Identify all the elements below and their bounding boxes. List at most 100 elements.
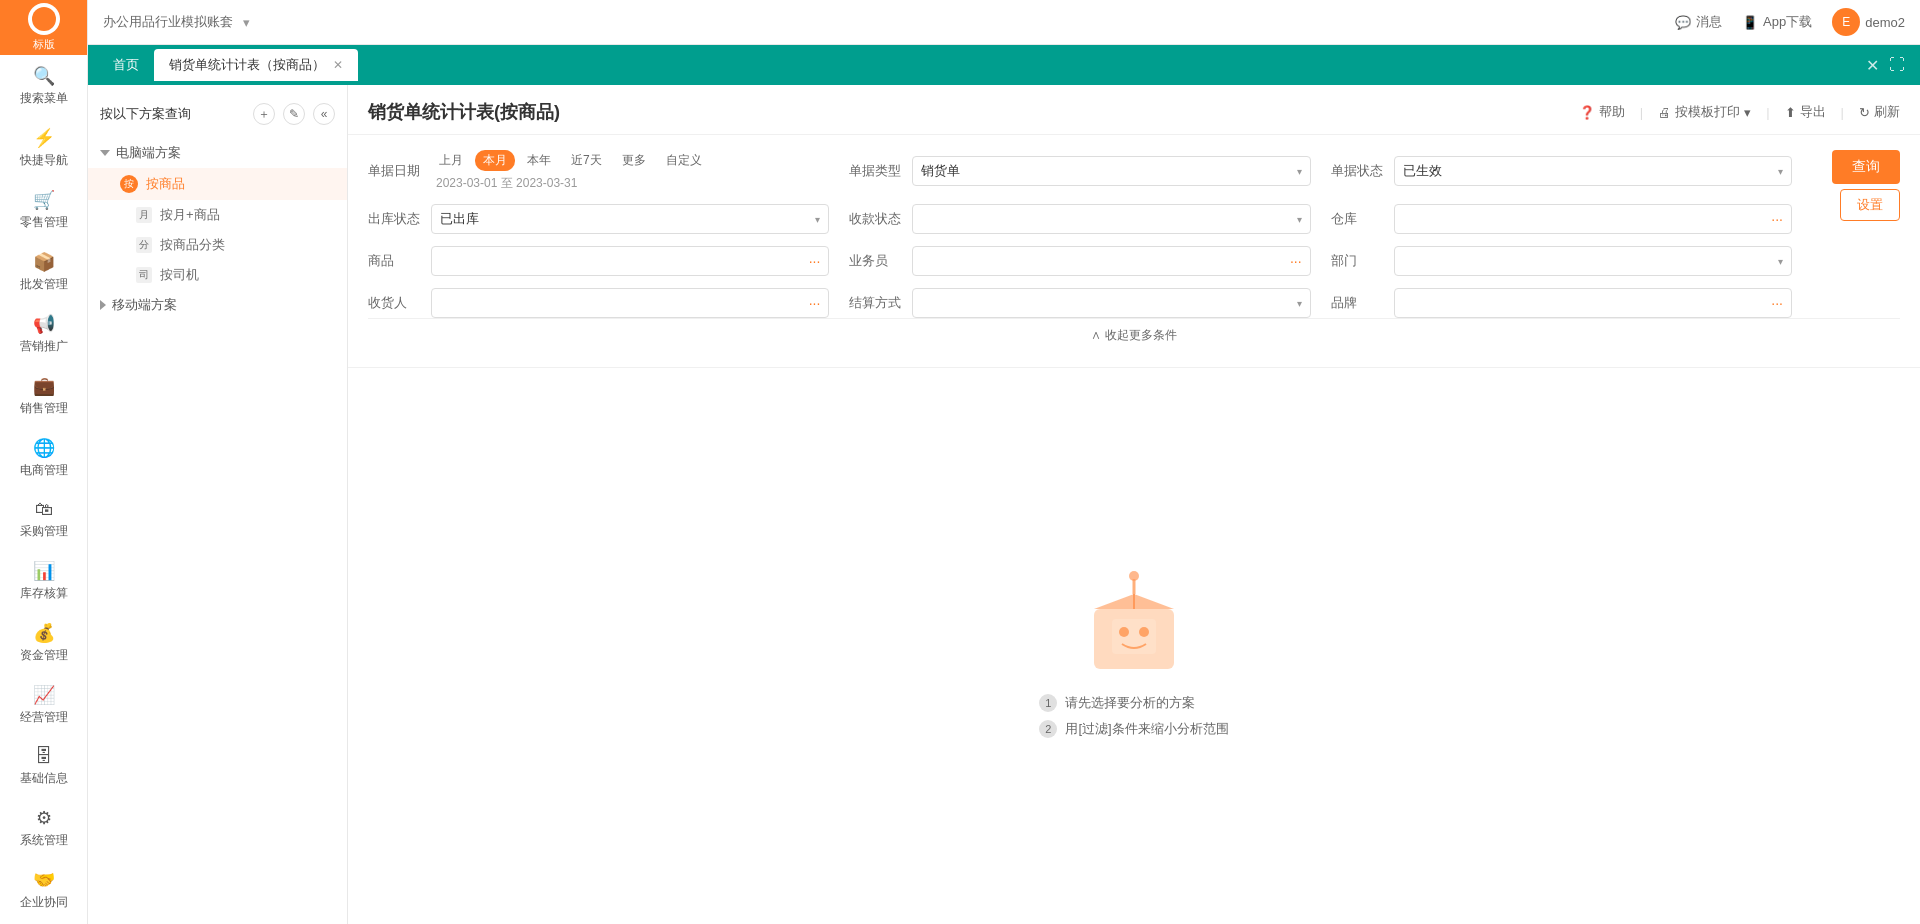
pc-scheme-group: 电脑端方案 按 按商品 月 按月+商品 分 按商品分类 司 按司机 [88,138,347,290]
doc-type-select[interactable]: 销货单 ▾ [912,156,1310,186]
date-btn-custom[interactable]: 自定义 [658,150,710,171]
svg-point-2 [1119,627,1129,637]
scheme-item-by-cashier[interactable]: 司 按司机 [88,260,347,290]
scheme-by-category-label: 按商品分类 [160,236,225,254]
sidebar-nav: 🔍 搜索菜单 ⚡ 快捷导航 🛒 零售管理 📦 批发管理 📢 营销推广 💼 销售管… [0,55,87,924]
add-scheme-btn[interactable]: ＋ [253,103,275,125]
department-select[interactable]: ▾ [1394,246,1792,276]
logo[interactable]: 标版 [0,0,88,55]
divider-2: | [1766,105,1769,120]
salesperson-input[interactable]: ··· [912,246,1310,276]
warehouse-input[interactable]: ··· [1394,204,1792,234]
settings-button[interactable]: 设置 [1840,189,1900,221]
doc-status-select[interactable]: 已生效 ▾ [1394,156,1792,186]
logo-subtitle: 标版 [33,37,55,52]
sidebar-ecommerce-label: 电商管理 [20,462,68,479]
scheme-item-by-category[interactable]: 分 按商品分类 [88,230,347,260]
date-btn-this-month[interactable]: 本月 [475,150,515,171]
sidebar-marketing-label: 营销推广 [20,338,68,355]
window-maximize-icon[interactable]: ⛶ [1889,56,1905,75]
edit-scheme-btn[interactable]: ✎ [283,103,305,125]
sidebar-search-label: 搜索菜单 [20,90,68,107]
sidebar-item-basic[interactable]: 🗄 基础信息 [0,736,87,797]
date-btn-last-month[interactable]: 上月 [431,150,471,171]
quicknav-icon: ⚡ [33,127,55,149]
department-label: 部门 [1331,252,1386,270]
recipient-input[interactable]: ··· [431,288,829,318]
brand-input[interactable]: ··· [1394,288,1792,318]
user-menu[interactable]: E demo2 [1832,8,1905,36]
pc-scheme-header[interactable]: 电脑端方案 [88,138,347,168]
sidebar-item-retail[interactable]: 🛒 零售管理 [0,179,87,241]
sidebar-item-operations[interactable]: 📈 经营管理 [0,674,87,736]
collapse-panel-btn[interactable]: « [313,103,335,125]
sidebar-finance-label: 资金管理 [20,647,68,664]
sidebar-item-ecommerce[interactable]: 🌐 电商管理 [0,427,87,489]
content: 按以下方案查询 ＋ ✎ « 电脑端方案 按 按商品 月 按月+商 [88,85,1920,924]
sidebar-item-enterprise[interactable]: 🤝 企业协同 [0,859,87,921]
sidebar-item-sales[interactable]: 💼 销售管理 [0,365,87,427]
salesperson-label: 业务员 [849,252,904,270]
sidebar-enterprise-label: 企业协同 [20,894,68,911]
warehouse-dots[interactable]: ··· [1771,211,1783,227]
divider-1: | [1640,105,1643,120]
brand-dots[interactable]: ··· [1771,295,1783,311]
message-btn[interactable]: 💬 消息 [1675,13,1722,31]
mobile-scheme-group[interactable]: 移动端方案 [88,290,347,320]
settlement-select[interactable]: ▾ [912,288,1310,318]
wholesale-icon: 📦 [33,251,55,273]
warehouse-status-select[interactable]: 已出库 ▾ [431,204,829,234]
product-input[interactable]: ··· [431,246,829,276]
sub-icon-2: 分 [136,237,152,253]
basic-icon: 🗄 [35,746,53,767]
scheme-by-product-label: 按商品 [146,175,185,193]
marketing-icon: 📢 [33,313,55,335]
receipt-status-arrow: ▾ [1297,214,1302,225]
warehouse-status-value: 已出库 [440,210,479,228]
template-print-btn[interactable]: 🖨 按模板打印 ▾ [1658,103,1751,121]
empty-hint-1: 1 请先选择要分析的方案 [1039,694,1228,712]
export-btn[interactable]: ⬆ 导出 [1785,103,1826,121]
doc-type-arrow: ▾ [1297,166,1302,177]
app-download-btn[interactable]: 📱 App下载 [1742,13,1812,31]
tab-close-icon[interactable]: ✕ [333,58,343,72]
sidebar-item-search[interactable]: 🔍 搜索菜单 [0,55,87,117]
help-icon: ❓ [1579,105,1595,120]
sidebar-item-wholesale[interactable]: 📦 批发管理 [0,241,87,303]
date-btn-this-year[interactable]: 本年 [519,150,559,171]
sidebar-system-label: 系统管理 [20,832,68,849]
date-btn-more[interactable]: 更多 [614,150,654,171]
search-icon: 🔍 [33,65,55,87]
filter-date: 单据日期 上月 本月 本年 近7天 更多 自定义 2023-03-01 至 20… [368,150,829,192]
filter-salesperson: 业务员 ··· [849,246,1310,276]
main-area: 办公用品行业模拟账套 ▾ 💬 消息 📱 App下载 E demo2 首页 销货单… [88,0,1920,924]
collapse-filter-btn[interactable]: ∧ 收起更多条件 [368,318,1900,352]
sidebar-item-inventory[interactable]: 📊 库存核算 [0,550,87,612]
filter-department: 部门 ▾ [1331,246,1792,276]
breadcrumb-dropdown-icon[interactable]: ▾ [243,15,250,30]
date-btn-7days[interactable]: 近7天 [563,150,610,171]
sidebar-item-system[interactable]: ⚙ 系统管理 [0,797,87,859]
salesperson-dots[interactable]: ··· [1290,253,1302,269]
tab-sales-stat[interactable]: 销货单统计计表（按商品） ✕ [154,49,358,81]
sidebar-item-purchase[interactable]: 🛍 采购管理 [0,489,87,550]
doc-status-value: 已生效 [1403,162,1442,180]
sidebar-item-finance[interactable]: 💰 资金管理 [0,612,87,674]
refresh-icon: ↻ [1859,105,1870,120]
sidebar-item-quicknav[interactable]: ⚡ 快捷导航 [0,117,87,179]
scheme-item-by-month-product[interactable]: 月 按月+商品 [88,200,347,230]
help-btn[interactable]: ❓ 帮助 [1579,103,1625,121]
tab-home[interactable]: 首页 [98,49,154,81]
refresh-btn[interactable]: ↻ 刷新 [1859,103,1900,121]
query-button[interactable]: 查询 [1832,150,1900,184]
divider-3: | [1841,105,1844,120]
window-close-icon[interactable]: ✕ [1866,56,1879,75]
recipient-dots[interactable]: ··· [809,295,821,311]
receipt-status-select[interactable]: ▾ [912,204,1310,234]
sidebar-inventory-label: 库存核算 [20,585,68,602]
doc-type-value: 销货单 [921,162,960,180]
scheme-item-by-product[interactable]: 按 按商品 [88,168,347,200]
product-dots[interactable]: ··· [809,253,821,269]
filter-area: 单据日期 上月 本月 本年 近7天 更多 自定义 2023-03-01 至 20… [348,135,1920,368]
sidebar-item-marketing[interactable]: 📢 营销推广 [0,303,87,365]
